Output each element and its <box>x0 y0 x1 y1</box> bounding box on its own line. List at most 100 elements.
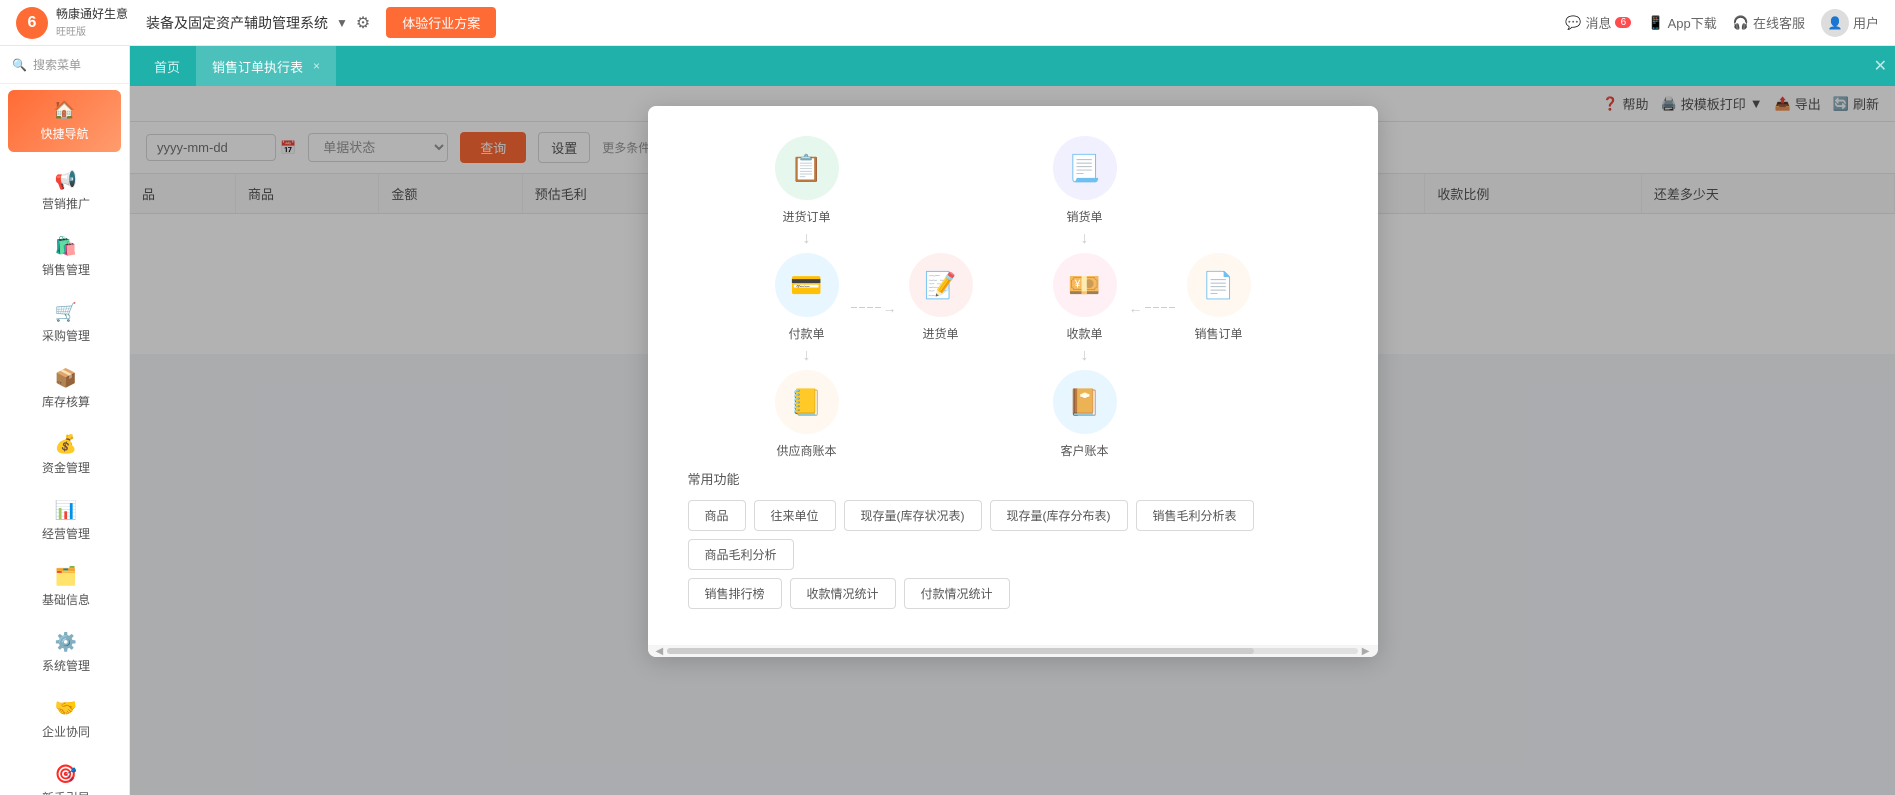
top-header: 6 畅康通好生意 旺旺版 装备及固定资产辅助管理系统 ▼ ⚙ 体验行业方案 💬 … <box>0 0 1895 46</box>
func-buttons-row2: 销售排行榜 收款情况统计 付款情况统计 <box>688 578 1338 609</box>
header-right: 💬 消息 6 📱 App下载 🎧 在线客服 👤 用户 <box>1565 9 1879 37</box>
down-arrow-2: ↓ <box>803 348 811 364</box>
modal-scrollbar: ◀ ▶ <box>648 645 1378 657</box>
sidebar-item-purchase-mgmt[interactable]: 🛒 采购管理 <box>0 290 129 356</box>
sys-mgmt-icon: ⚙️ <box>55 632 77 653</box>
trial-btn[interactable]: 体验行业方案 <box>386 7 496 38</box>
sidebar: 🔍 搜索菜单 🏠 快捷导航 📢 营销推广 🛍️ 销售管理 🛒 采购管理 📦 库存… <box>0 46 130 795</box>
system-title: 装备及固定资产辅助管理系统 <box>146 13 328 33</box>
down-arrow-3: ↓ <box>1081 231 1089 247</box>
sidebar-item-label: 销售管理 <box>42 261 90 278</box>
sidebar-item-sales-mgmt[interactable]: 🛍️ 销售管理 <box>0 224 129 290</box>
sidebar-item-label: 营销推广 <box>42 195 90 212</box>
sidebar-item-label: 新手引导 <box>42 789 90 795</box>
inventory-icon: 📦 <box>55 368 77 389</box>
sidebar-item-label: 库存核算 <box>42 393 90 410</box>
message-icon: 💬 <box>1565 15 1581 31</box>
purchase-order-node: 📋 进货订单 <box>775 136 839 225</box>
sidebar-item-label: 企业协同 <box>42 723 90 740</box>
func-buttons-row1: 商品 往来单位 现存量(库存状况表) 现存量(库存分布表) 销售毛利分析表 商品… <box>688 500 1338 570</box>
sales-slip-label: 销货单 <box>1066 208 1102 225</box>
customer-ledger-label: 客户账本 <box>1060 442 1108 459</box>
scrollbar-track <box>667 648 1358 654</box>
sales-slip-icon: 📃 <box>1053 136 1117 200</box>
brand-sub: 旺旺版 <box>56 23 128 38</box>
customer-ledger-icon: 📔 <box>1053 370 1117 434</box>
close-all-tabs-btn[interactable]: ✕ <box>1874 56 1887 76</box>
beginner-icon: 🎯 <box>55 764 77 785</box>
settings-gear-btn[interactable]: ⚙ <box>356 13 370 33</box>
user-menu[interactable]: 👤 用户 <box>1821 9 1879 37</box>
scroll-left-btn[interactable]: ◀ <box>656 646 664 657</box>
sidebar-item-sys-mgmt[interactable]: ⚙️ 系统管理 <box>0 620 129 686</box>
sidebar-item-label: 资金管理 <box>42 459 90 476</box>
main-content: 首页 销售订单执行表 × ✕ ❓ 帮助 🖨️ 按模板打印 ▼ <box>130 46 1895 795</box>
supplier-ledger-node: 📒 供应商账本 <box>775 370 839 459</box>
sidebar-item-label: 经营管理 <box>42 525 90 542</box>
sidebar-item-basic-info[interactable]: 🗂️ 基础信息 <box>0 554 129 620</box>
sales-slip-node: 📃 销货单 <box>1053 136 1117 225</box>
operations-icon: 📊 <box>55 500 77 521</box>
common-functions: 常用功能 商品 往来单位 现存量(库存状况表) 现存量(库存分布表) 销售毛利分… <box>688 469 1338 625</box>
receipt-slip-icon: 💴 <box>1053 253 1117 317</box>
sidebar-item-marketing[interactable]: 📢 营销推广 <box>0 158 129 224</box>
enterprise-icon: 🤝 <box>55 698 77 719</box>
func-btn-product-margin[interactable]: 商品毛利分析 <box>688 539 794 570</box>
sidebar-item-operations[interactable]: 📊 经营管理 <box>0 488 129 554</box>
h-arrow-1: → <box>851 280 897 316</box>
scroll-right-btn[interactable]: ▶ <box>1362 646 1370 657</box>
message-btn[interactable]: 💬 消息 6 <box>1565 13 1631 32</box>
online-service-btn[interactable]: 🎧 在线客服 <box>1733 13 1805 32</box>
sidebar-item-inventory[interactable]: 📦 库存核算 <box>0 356 129 422</box>
quick-nav-icon: 🏠 <box>53 100 75 121</box>
user-avatar: 👤 <box>1821 9 1849 37</box>
sales-icon: 🛍️ <box>55 236 77 257</box>
sidebar-item-quick-nav[interactable]: 🏠 快捷导航 <box>8 90 121 152</box>
tab-sales-exec[interactable]: 销售订单执行表 × <box>196 46 336 86</box>
func-btn-partner[interactable]: 往来单位 <box>754 500 836 531</box>
flow-diagram: 📋 进货订单 ↓ 💳 付款单 ↓ 📒 <box>688 136 1338 459</box>
tab-sales-exec-label: 销售订单执行表 <box>212 57 303 76</box>
purchase-slip-icon: 📝 <box>909 253 973 317</box>
func-btn-payment-stats[interactable]: 付款情况统计 <box>904 578 1010 609</box>
left-flow: 📋 进货订单 ↓ 💳 付款单 ↓ 📒 <box>775 136 839 459</box>
sales-order-node: 📄 销售订单 <box>1187 253 1251 342</box>
app-download-btn[interactable]: 📱 App下载 <box>1647 13 1716 32</box>
system-dropdown-btn[interactable]: ▼ <box>336 16 348 30</box>
flow-guide-modal: 📋 进货订单 ↓ 💳 付款单 ↓ 📒 <box>648 106 1378 657</box>
finance-icon: 💰 <box>55 434 77 455</box>
modal-body: 📋 进货订单 ↓ 💳 付款单 ↓ 📒 <box>648 106 1378 645</box>
basic-info-icon: 🗂️ <box>55 566 77 587</box>
func-btn-inventory-dist[interactable]: 现存量(库存分布表) <box>990 500 1128 531</box>
tab-close-btn[interactable]: × <box>313 59 320 73</box>
func-btn-inventory-status[interactable]: 现存量(库存状况表) <box>844 500 982 531</box>
sidebar-item-enterprise[interactable]: 🤝 企业协同 <box>0 686 129 752</box>
func-btn-product[interactable]: 商品 <box>688 500 746 531</box>
receipt-slip-node: 💴 收款单 <box>1053 253 1117 342</box>
mid-right-flow: 📃 销货单 ↓ 💴 收款单 ↓ 📔 <box>1053 136 1117 459</box>
sidebar-item-label: 采购管理 <box>42 327 90 344</box>
tab-home[interactable]: 首页 <box>138 46 196 86</box>
func-btn-receipt-stats[interactable]: 收款情况统计 <box>790 578 896 609</box>
supplier-ledger-icon: 📒 <box>775 370 839 434</box>
purchase-slip-node: 📝 进货单 <box>909 253 973 342</box>
purchase-slip-label: 进货单 <box>922 325 958 342</box>
sidebar-item-beginner[interactable]: 🎯 新手引导 <box>0 752 129 795</box>
sidebar-item-label: 快捷导航 <box>40 125 88 142</box>
func-btn-sales-rank[interactable]: 销售排行榜 <box>688 578 782 609</box>
page-area: ❓ 帮助 🖨️ 按模板打印 ▼ 📤 导出 🔄 刷新 <box>130 86 1895 795</box>
system-title-area: 装备及固定资产辅助管理系统 ▼ ⚙ 体验行业方案 <box>146 7 1565 38</box>
tab-home-label: 首页 <box>154 57 180 76</box>
supplier-ledger-label: 供应商账本 <box>776 442 836 459</box>
sidebar-search[interactable]: 🔍 搜索菜单 <box>0 46 129 84</box>
purchase-order-icon: 📋 <box>775 136 839 200</box>
modal-overlay[interactable]: 📋 进货订单 ↓ 💳 付款单 ↓ 📒 <box>130 86 1895 795</box>
common-functions-title: 常用功能 <box>688 469 1338 488</box>
receipt-slip-label: 收款单 <box>1066 325 1102 342</box>
sidebar-item-finance[interactable]: 💰 资金管理 <box>0 422 129 488</box>
mid-left-flow: 📝 进货单 <box>909 253 973 342</box>
purchase-icon: 🛒 <box>55 302 77 323</box>
main-layout: 🔍 搜索菜单 🏠 快捷导航 📢 营销推广 🛍️ 销售管理 🛒 采购管理 📦 库存… <box>0 46 1895 795</box>
payment-slip-icon: 💳 <box>775 253 839 317</box>
func-btn-sales-margin[interactable]: 销售毛利分析表 <box>1136 500 1254 531</box>
